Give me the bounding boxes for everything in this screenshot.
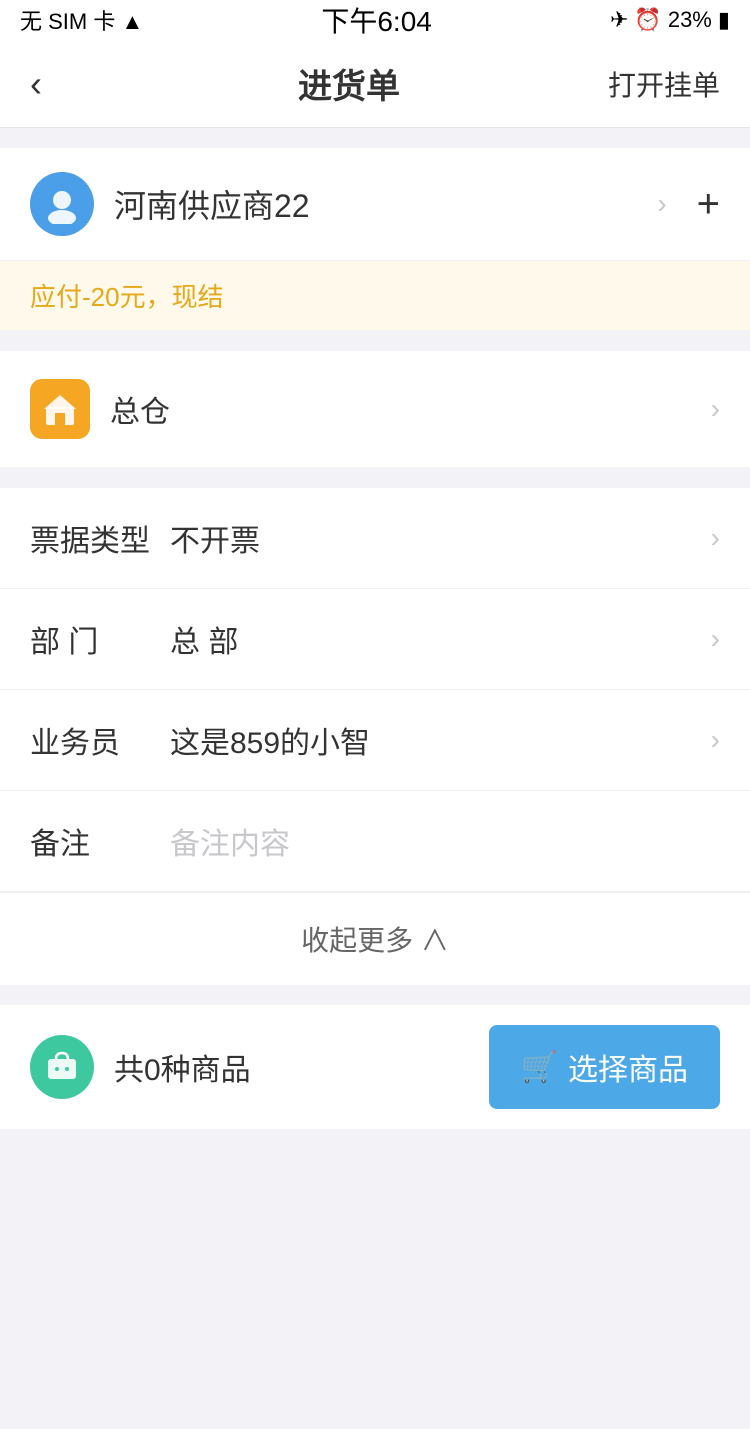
open-pending-button[interactable]: 打开挂单 — [608, 64, 720, 104]
department-value: 总 部 — [170, 617, 711, 661]
supplier-actions: › + — [657, 182, 720, 227]
battery-level: 23% — [668, 7, 712, 33]
note-placeholder: 备注内容 — [170, 819, 720, 863]
page-background — [0, 1129, 750, 1429]
salesperson-value: 这是859的小智 — [170, 718, 711, 762]
warehouse-label: 总仓 — [110, 387, 711, 431]
back-button[interactable]: ‹ — [30, 63, 90, 105]
section-gap-1 — [0, 128, 750, 148]
supplier-chevron-icon: › — [657, 188, 666, 220]
form-section: 票据类型 不开票 › 部 门 总 部 › 业务员 这是859的小智 › 备注 备… — [0, 488, 750, 985]
battery-icon: ▮ — [718, 7, 730, 33]
status-time: 下午6:04 — [321, 0, 432, 40]
location-icon: ✈ — [610, 7, 628, 33]
form-row-note[interactable]: 备注 备注内容 — [0, 791, 750, 892]
add-supplier-button[interactable]: + — [697, 182, 720, 227]
invoice-label: 票据类型 — [30, 516, 170, 560]
product-bar: 共0种商品 🛒 选择商品 — [0, 1005, 750, 1129]
warehouse-chevron-icon: › — [711, 393, 720, 425]
department-label: 部 门 — [30, 617, 170, 661]
warehouse-row[interactable]: 总仓 › — [0, 351, 750, 468]
collapse-button[interactable]: 收起更多 ∧ — [0, 892, 750, 985]
page-title: 进货单 — [298, 59, 400, 108]
supplier-avatar — [30, 172, 94, 236]
status-right: ✈ ⏰ 23% ▮ — [610, 7, 730, 33]
section-gap-3 — [0, 468, 750, 488]
section-gap-4 — [0, 985, 750, 1005]
form-row-salesperson[interactable]: 业务员 这是859的小智 › — [0, 690, 750, 791]
notice-bar: 应付-20元，现结 — [0, 261, 750, 331]
form-row-invoice[interactable]: 票据类型 不开票 › — [0, 488, 750, 589]
status-bar: 无 SIM 卡 ▲ 下午6:04 ✈ ⏰ 23% ▮ — [0, 0, 750, 40]
supplier-name: 河南供应商22 — [114, 181, 657, 227]
select-product-label: 选择商品 — [568, 1045, 688, 1089]
supplier-row[interactable]: 河南供应商22 › + — [0, 148, 750, 261]
nav-bar: ‹ 进货单 打开挂单 — [0, 40, 750, 128]
alarm-icon: ⏰ — [634, 7, 661, 33]
sim-status: 无 SIM 卡 ▲ — [20, 4, 143, 36]
cart-icon: 🛒 — [521, 1050, 558, 1085]
note-label: 备注 — [30, 819, 170, 863]
select-product-button[interactable]: 🛒 选择商品 — [489, 1025, 720, 1109]
status-left: 无 SIM 卡 ▲ — [20, 4, 143, 36]
salesperson-label: 业务员 — [30, 718, 170, 762]
salesperson-chevron-icon: › — [711, 724, 720, 756]
form-row-department[interactable]: 部 门 总 部 › — [0, 589, 750, 690]
product-count: 共0种商品 — [114, 1045, 489, 1089]
department-chevron-icon: › — [711, 623, 720, 655]
product-icon — [30, 1035, 94, 1099]
invoice-value: 不开票 — [170, 516, 711, 560]
supplier-section: 河南供应商22 › + 应付-20元，现结 — [0, 148, 750, 331]
section-gap-2 — [0, 331, 750, 351]
warehouse-icon — [30, 379, 90, 439]
invoice-chevron-icon: › — [711, 522, 720, 554]
